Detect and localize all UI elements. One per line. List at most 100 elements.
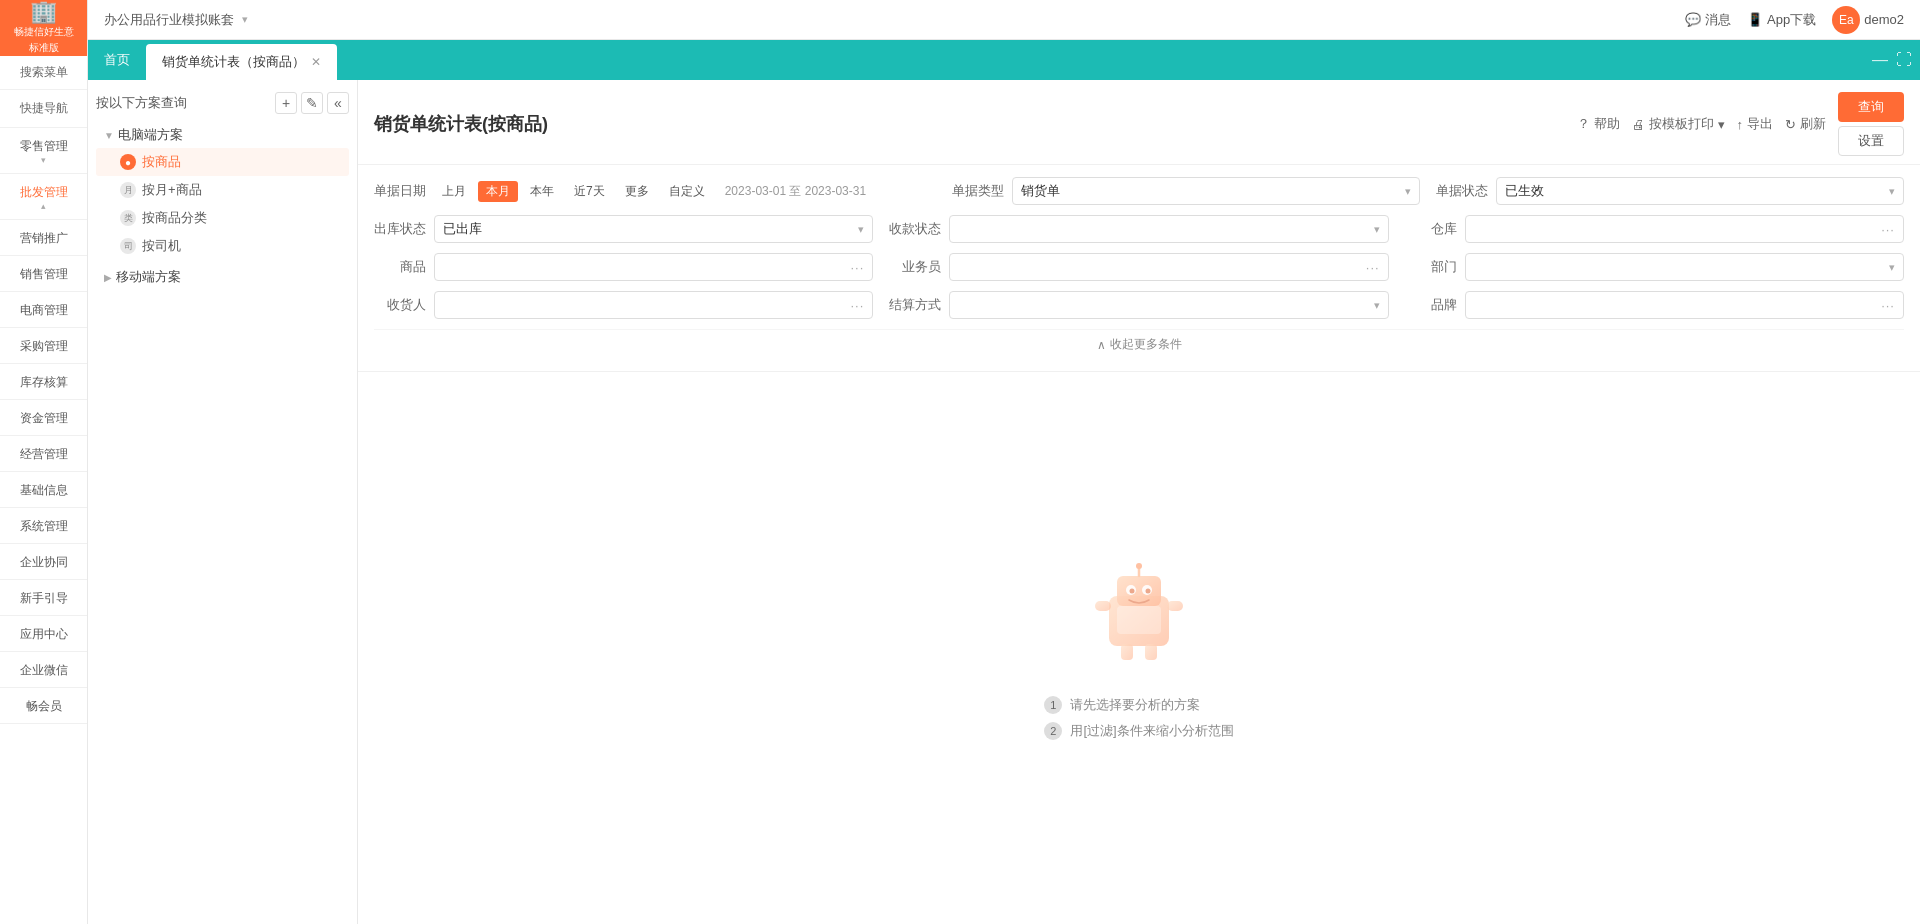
product-label: 商品 [374, 258, 426, 276]
filter-row-4: 收货人 ··· 结算方式 ▾ 品牌 [374, 291, 1904, 319]
sidebar-item-sales[interactable]: 销售管理 [0, 256, 87, 292]
date-tab-last-month[interactable]: 上月 [434, 181, 474, 202]
scheme-panel-title: 按以下方案查询 [96, 94, 187, 112]
brand-dots[interactable]: ··· [1881, 298, 1895, 313]
scheme-edit-btn[interactable]: ✎ [301, 92, 323, 114]
date-tab-last7[interactable]: 近7天 [566, 181, 613, 202]
product-input[interactable]: ··· [434, 253, 873, 281]
scheme-item-by-month-label: 按月+商品 [142, 181, 202, 199]
scheme-group-desktop-header[interactable]: ▼ 电脑端方案 [96, 122, 349, 148]
scheme-item-by-month-icon: 月 [120, 182, 136, 198]
brand-input[interactable]: ··· [1465, 291, 1904, 319]
scheme-group-mobile-arrow: ▶ [104, 272, 112, 283]
logo-icon: 🏢 [30, 1, 57, 23]
sidebar-item-marketing[interactable]: 营销推广 [0, 220, 87, 256]
sidebar-item-retail[interactable]: 零售管理 ▾ [0, 128, 87, 174]
sidebar-item-ecommerce[interactable]: 电商管理 [0, 292, 87, 328]
out-status-select[interactable]: 已出库 ▾ [434, 215, 873, 243]
sidebar-item-appstore-label: 应用中心 [20, 626, 68, 643]
sidebar-item-purchase-label: 采购管理 [20, 338, 68, 355]
sidebar-item-member[interactable]: 畅会员 [0, 688, 87, 724]
help-btn[interactable]: ？ 帮助 [1577, 115, 1620, 133]
agent-label: 业务员 [889, 258, 941, 276]
main-content: 办公用品行业模拟账套 ▾ 💬 消息 📱 App下载 Ea demo2 首页 [88, 0, 1920, 924]
agent-dots[interactable]: ··· [1366, 260, 1380, 275]
recipient-dots[interactable]: ··· [850, 298, 864, 313]
message-action[interactable]: 💬 消息 [1685, 11, 1731, 29]
query-button[interactable]: 查询 [1838, 92, 1904, 122]
sidebar-item-purchase[interactable]: 采购管理 [0, 328, 87, 364]
out-status-arrow-icon: ▾ [858, 223, 864, 236]
doc-status-arrow-icon: ▾ [1889, 185, 1895, 198]
recipient-input[interactable]: ··· [434, 291, 873, 319]
scheme-item-by-product-label: 按商品 [142, 153, 181, 171]
template-print-btn[interactable]: 🖨 按模板打印 ▾ [1632, 115, 1725, 133]
sidebar-item-inventory[interactable]: 库存核算 [0, 364, 87, 400]
doc-type-select[interactable]: 销货单 ▾ [1012, 177, 1420, 205]
refresh-btn[interactable]: ↻ 刷新 [1785, 115, 1826, 133]
product-dots[interactable]: ··· [850, 260, 864, 275]
maximize-btn[interactable]: ⛶ [1896, 51, 1912, 69]
date-tab-more[interactable]: 更多 [617, 181, 657, 202]
sidebar-item-wechat[interactable]: 企业微信 [0, 652, 87, 688]
sidebar-item-wholesale[interactable]: 批发管理 ▴ [0, 174, 87, 220]
payment-select[interactable]: ▾ [949, 291, 1388, 319]
collapse-bar[interactable]: ∧ 收起更多条件 [374, 329, 1904, 359]
pay-status-select[interactable]: ▾ [949, 215, 1388, 243]
breadcrumb: 办公用品行业模拟账套 [104, 11, 234, 29]
sidebar-item-enterprise-label: 企业协同 [20, 554, 68, 571]
agent-input[interactable]: ··· [949, 253, 1388, 281]
minimize-btn[interactable]: — [1872, 51, 1888, 69]
scheme-item-by-product[interactable]: ● 按商品 [96, 148, 349, 176]
scheme-group-mobile-header[interactable]: ▶ 移动端方案 [96, 264, 349, 290]
pay-status-label: 收款状态 [889, 220, 941, 238]
scheme-item-by-cashier[interactable]: 司 按司机 [96, 232, 349, 260]
filter-row-1: 单据日期 上月 本月 本年 近7天 更多 自定义 2023-03-01 至 20… [374, 177, 1904, 205]
scheme-add-btn[interactable]: + [275, 92, 297, 114]
shortcut-nav[interactable]: 快捷导航 [0, 90, 87, 128]
warehouse-select[interactable]: ··· [1465, 215, 1904, 243]
doc-status-select[interactable]: 已生效 ▾ [1496, 177, 1904, 205]
date-tab-this-month[interactable]: 本月 [478, 181, 518, 202]
sidebar-item-operations[interactable]: 经营管理 [0, 436, 87, 472]
warehouse-dots[interactable]: ··· [1881, 222, 1895, 237]
scheme-item-by-category[interactable]: 类 按商品分类 [96, 204, 349, 232]
out-status-label: 出库状态 [374, 220, 426, 238]
empty-state: 1 请先选择要分析的方案 2 用[过滤]条件来缩小分析范围 [358, 372, 1920, 924]
scheme-group-desktop-label: 电脑端方案 [118, 126, 183, 144]
scheme-collapse-btn[interactable]: « [327, 92, 349, 114]
app-download-action[interactable]: 📱 App下载 [1747, 11, 1816, 29]
sidebar-item-finance[interactable]: 资金管理 [0, 400, 87, 436]
sidebar-item-basic-label: 基础信息 [20, 482, 68, 499]
dept-select[interactable]: ▾ [1465, 253, 1904, 281]
date-range: 2023-03-01 至 2023-03-31 [725, 183, 866, 200]
sidebar-item-basic[interactable]: 基础信息 [0, 472, 87, 508]
scheme-item-by-month-product[interactable]: 月 按月+商品 [96, 176, 349, 204]
refresh-icon: ↻ [1785, 117, 1796, 132]
doc-status-value: 已生效 [1505, 182, 1544, 200]
svg-rect-1 [1117, 576, 1161, 606]
scheme-group-mobile: ▶ 移动端方案 [96, 264, 349, 290]
tab-home[interactable]: 首页 [88, 40, 146, 80]
tab-close-icon[interactable]: ✕ [311, 55, 321, 69]
sidebar-item-appstore[interactable]: 应用中心 [0, 616, 87, 652]
filter-row-2: 出库状态 已出库 ▾ 收款状态 ▾ 仓库 [374, 215, 1904, 243]
sidebar-item-system[interactable]: 系统管理 [0, 508, 87, 544]
date-tab-custom[interactable]: 自定义 [661, 181, 713, 202]
sidebar-item-enterprise[interactable]: 企业协同 [0, 544, 87, 580]
svg-rect-11 [1095, 601, 1111, 611]
user-profile[interactable]: Ea demo2 [1832, 6, 1904, 34]
svg-rect-8 [1117, 606, 1161, 634]
export-btn[interactable]: ↑ 导出 [1737, 115, 1774, 133]
tab-sales-report[interactable]: 销货单统计表（按商品） ✕ [146, 44, 337, 80]
export-label: 导出 [1747, 115, 1773, 133]
sidebar-item-newbie[interactable]: 新手引导 [0, 580, 87, 616]
date-control: 上月 本月 本年 近7天 更多 自定义 2023-03-01 至 2023-03… [434, 181, 936, 202]
doc-status-label: 单据状态 [1436, 182, 1488, 200]
avatar: Ea [1832, 6, 1860, 34]
sidebar-item-marketing-label: 营销推广 [20, 230, 68, 247]
search-menu[interactable]: 搜索菜单 [0, 56, 87, 90]
date-tab-this-year[interactable]: 本年 [522, 181, 562, 202]
settings-button[interactable]: 设置 [1838, 126, 1904, 156]
shortcut-label: 快捷导航 [20, 94, 68, 123]
